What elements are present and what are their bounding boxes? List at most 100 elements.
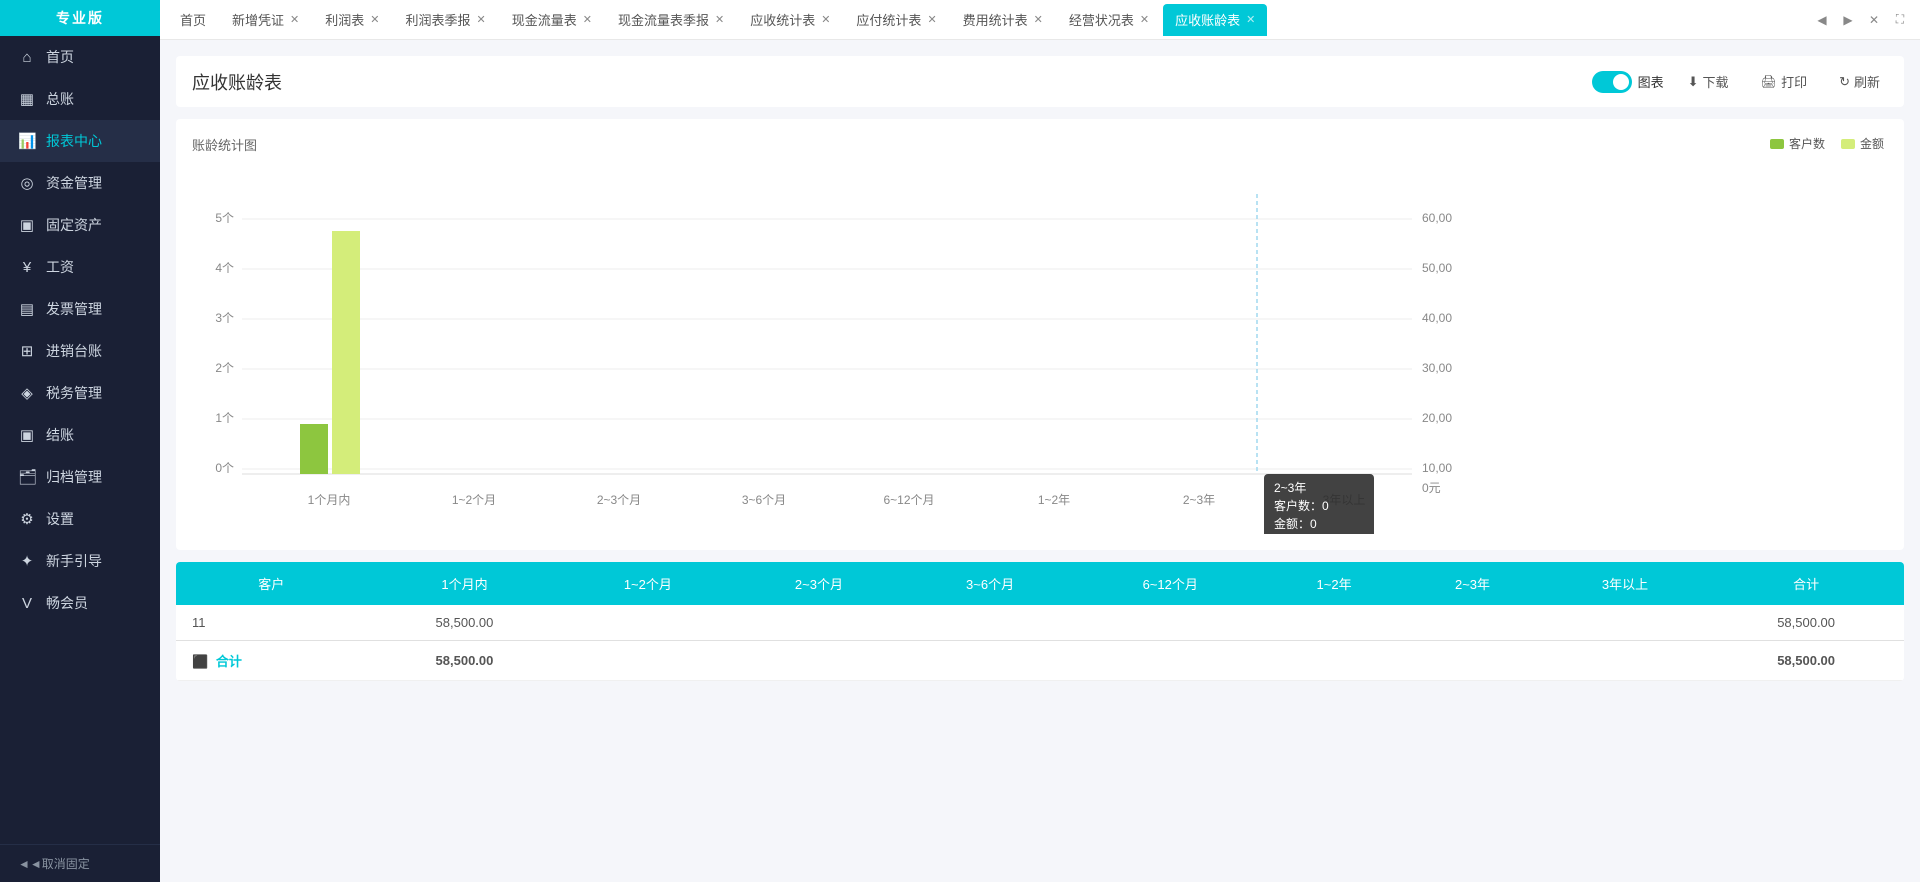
legend-customer: 客户数	[1770, 135, 1825, 152]
total-m5	[1076, 641, 1265, 681]
ledger-icon: ▦	[18, 90, 36, 108]
col-header-customer: 客户	[176, 562, 367, 605]
tab-biz[interactable]: 经营状况表 ✕	[1057, 4, 1161, 36]
tab-prev-button[interactable]: ◀	[1810, 8, 1834, 32]
cell-m2	[562, 605, 733, 641]
cell-m4	[905, 605, 1076, 641]
svg-text:3个: 3个	[215, 311, 234, 325]
sidebar-label-inventory: 进销台账	[46, 341, 102, 361]
sidebar-label-invoice: 发票管理	[46, 299, 102, 319]
sidebar-label-salary: 工资	[46, 257, 74, 277]
legend-customer-color	[1770, 139, 1784, 149]
tab-close-all-button[interactable]: ✕	[1862, 8, 1886, 32]
chart-container: 账龄统计图 客户数 金额 5个 4个 3个 2个	[176, 119, 1904, 550]
tab-expense-close[interactable]: ✕	[1034, 13, 1043, 26]
tab-voucher-close[interactable]: ✕	[290, 13, 299, 26]
cell-m3	[733, 605, 904, 641]
col-header-m2: 1~2个月	[562, 562, 733, 605]
tab-voucher-label: 新增凭证	[232, 10, 284, 29]
inventory-icon: ⊞	[18, 342, 36, 360]
tab-ar-stat-close[interactable]: ✕	[821, 13, 830, 26]
sidebar-item-ledger[interactable]: ▦ 总账	[0, 78, 160, 120]
tab-profit[interactable]: 利润表 ✕	[313, 4, 391, 36]
tab-expense[interactable]: 费用统计表 ✕	[951, 4, 1055, 36]
tab-ar-age-close[interactable]: ✕	[1246, 13, 1255, 26]
tab-ap-stat[interactable]: 应付统计表 ✕	[844, 4, 948, 36]
svg-text:3~6个月: 3~6个月	[742, 493, 786, 507]
svg-text:60,000.00元: 60,000.00元	[1422, 211, 1452, 225]
table-total-row: ⬛ 合计 58,500.00 58,500.00	[176, 641, 1904, 681]
main-area: 首页 新增凭证 ✕ 利润表 ✕ 利润表季报 ✕ 现金流量表 ✕ 现金流量表季报 …	[160, 0, 1920, 882]
sidebar-item-closing[interactable]: ▣ 结账	[0, 414, 160, 456]
legend-amount-label: 金额	[1860, 135, 1884, 152]
sidebar-item-reports[interactable]: 📊 报表中心	[0, 120, 160, 162]
svg-text:5个: 5个	[215, 211, 234, 225]
funds-icon: ◎	[18, 174, 36, 192]
sidebar-item-funds[interactable]: ◎ 资金管理	[0, 162, 160, 204]
header-actions: 图表 ⬇ 下载 🖨 打印 ↻ 刷新	[1592, 68, 1888, 95]
tab-home[interactable]: 首页	[168, 4, 218, 36]
unpin-button[interactable]: ◄◄取消固定	[0, 844, 160, 882]
sidebar-item-inventory[interactable]: ⊞ 进销台账	[0, 330, 160, 372]
refresh-label: 刷新	[1854, 72, 1880, 91]
total-m6	[1265, 641, 1403, 681]
svg-text:1~2年: 1~2年	[1038, 493, 1070, 507]
archive-icon: 🗂	[18, 468, 36, 486]
svg-text:2~3个月: 2~3个月	[597, 493, 641, 507]
cell-m7	[1403, 605, 1541, 641]
legend-amount-color	[1841, 139, 1855, 149]
tab-ar-stat-label: 应收统计表	[750, 10, 815, 29]
tab-cashflow-q[interactable]: 现金流量表季报 ✕	[606, 4, 736, 36]
tab-ar-stat[interactable]: 应收统计表 ✕	[738, 4, 842, 36]
settings-icon: ⚙	[18, 510, 36, 528]
total-m7	[1403, 641, 1541, 681]
refresh-button[interactable]: ↻ 刷新	[1831, 68, 1888, 95]
tab-maximize-button[interactable]: ⛶	[1888, 8, 1912, 32]
sidebar-item-guide[interactable]: ✦ 新手引导	[0, 540, 160, 582]
tab-cashflow-q-label: 现金流量表季报	[618, 10, 709, 29]
svg-text:0个: 0个	[215, 461, 234, 475]
col-header-m5: 6~12个月	[1076, 562, 1265, 605]
tab-ar-age-label: 应收账龄表	[1175, 10, 1240, 29]
chart-toggle[interactable]	[1592, 71, 1632, 93]
tab-profit-close[interactable]: ✕	[370, 13, 379, 26]
page-header: 应收账龄表 图表 ⬇ 下载 🖨 打印 ↻ 刷新	[176, 56, 1904, 107]
cell-m1: 58,500.00	[367, 605, 563, 641]
sidebar-item-tax[interactable]: ◈ 税务管理	[0, 372, 160, 414]
sidebar-label-funds: 资金管理	[46, 173, 102, 193]
total-m1: 58,500.00	[367, 641, 563, 681]
svg-text:0元: 0元	[1422, 481, 1441, 495]
tab-cashflow-close[interactable]: ✕	[583, 13, 592, 26]
print-label: 打印	[1781, 72, 1807, 91]
total-m3	[733, 641, 904, 681]
sidebar-item-assets[interactable]: ▣ 固定资产	[0, 204, 160, 246]
sidebar-item-salary[interactable]: ¥ 工资	[0, 246, 160, 288]
tab-profit-q[interactable]: 利润表季报 ✕	[393, 4, 497, 36]
tab-cashflow[interactable]: 现金流量表 ✕	[500, 4, 604, 36]
print-button[interactable]: 🖨 打印	[1753, 68, 1816, 95]
tab-profit-q-close[interactable]: ✕	[477, 13, 486, 26]
cell-customer: 11	[176, 605, 367, 641]
sidebar-item-home[interactable]: ⌂ 首页	[0, 36, 160, 78]
tab-ap-stat-label: 应付统计表	[856, 10, 921, 29]
sidebar-item-archive[interactable]: 🗂 归档管理	[0, 456, 160, 498]
download-button[interactable]: ⬇ 下载	[1680, 68, 1737, 95]
cell-total: 58,500.00	[1708, 605, 1904, 641]
tab-cashflow-q-close[interactable]: ✕	[715, 13, 724, 26]
total-label: 合计	[216, 654, 242, 669]
tab-next-button[interactable]: ▶	[1836, 8, 1860, 32]
sidebar-item-invoice[interactable]: ▤ 发票管理	[0, 288, 160, 330]
svg-text:1~2个月: 1~2个月	[452, 493, 496, 507]
tab-ar-age[interactable]: 应收账龄表 ✕	[1163, 4, 1267, 36]
svg-text:40,000.00元: 40,000.00元	[1422, 311, 1452, 325]
total-m8	[1542, 641, 1709, 681]
tab-biz-close[interactable]: ✕	[1140, 13, 1149, 26]
sidebar-label-guide: 新手引导	[46, 551, 102, 571]
total-m4	[905, 641, 1076, 681]
sidebar-item-settings[interactable]: ⚙ 设置	[0, 498, 160, 540]
sidebar-item-vip[interactable]: V 畅会员	[0, 582, 160, 624]
col-header-total: 合计	[1708, 562, 1904, 605]
tab-ap-stat-close[interactable]: ✕	[927, 13, 936, 26]
tab-voucher[interactable]: 新增凭证 ✕	[220, 4, 311, 36]
bar-customer-1	[300, 424, 328, 474]
